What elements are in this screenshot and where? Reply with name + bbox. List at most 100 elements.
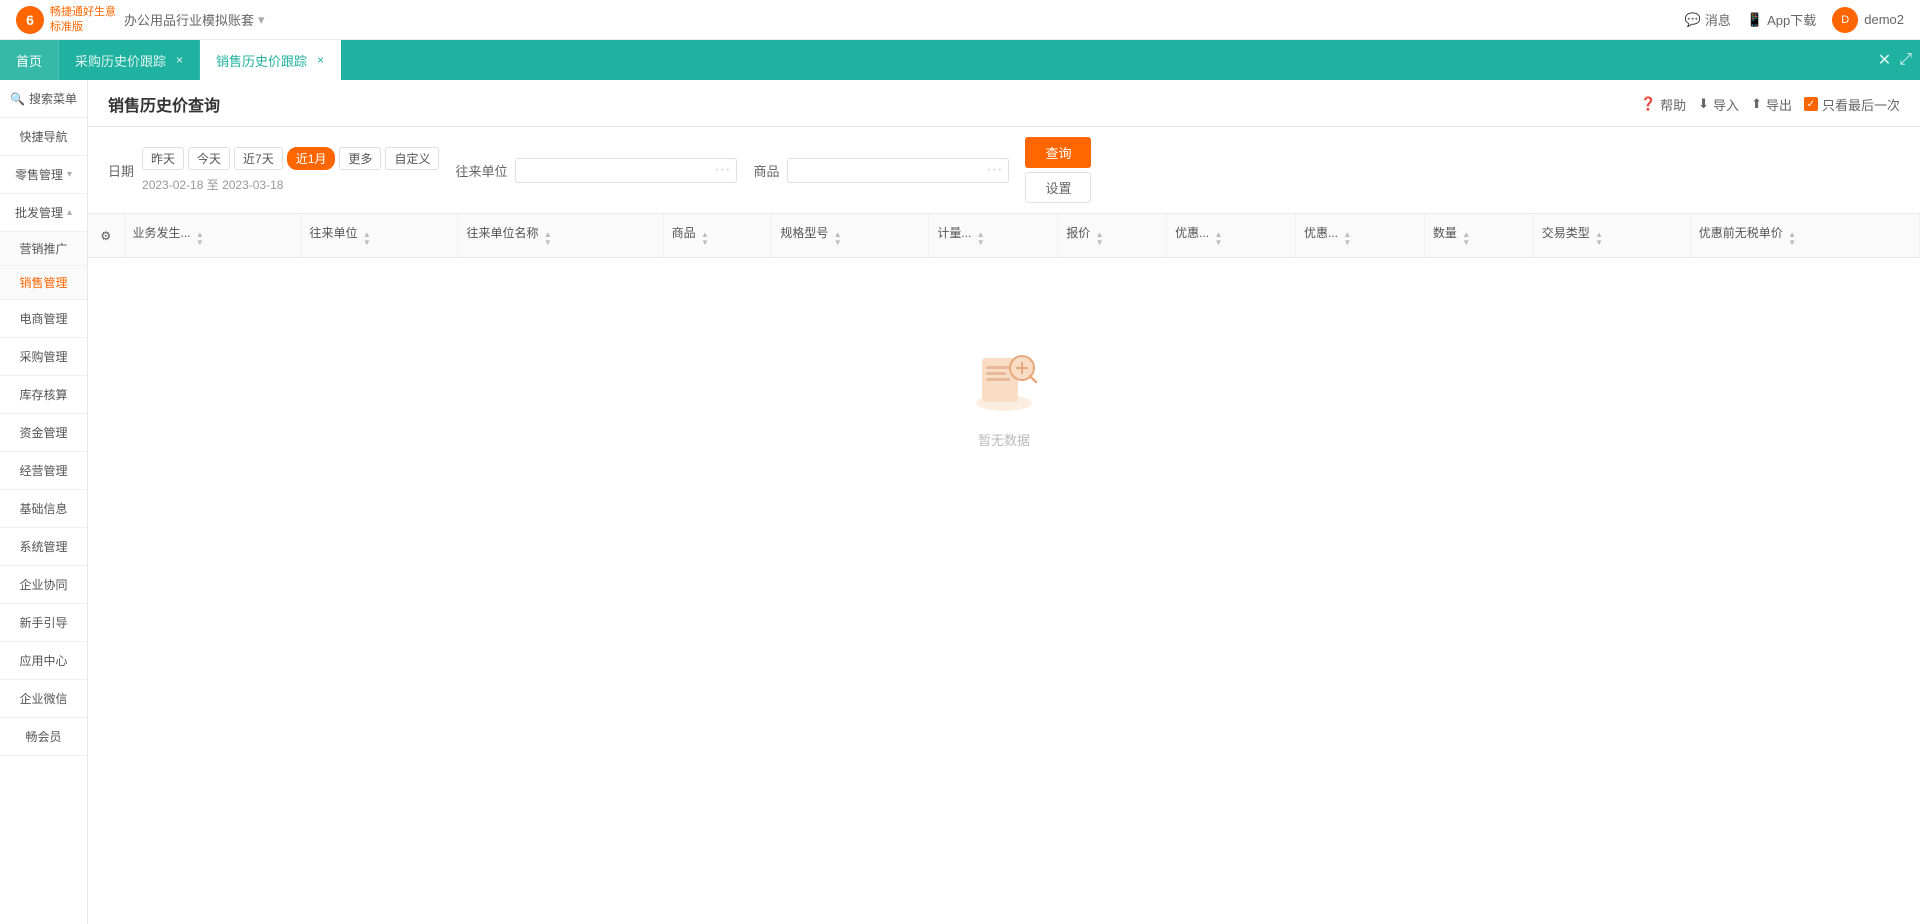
date-buttons: 昨天 今天 近7天 近1月 更多 自定义 <box>142 147 439 170</box>
sidebar-item-search[interactable]: 🔍 搜索菜单 <box>0 80 87 118</box>
help-btn[interactable]: ❓ 帮助 <box>1640 95 1686 114</box>
message-btn[interactable]: 💬 消息 <box>1685 10 1731 29</box>
sidebar-item-ecommerce[interactable]: 电商管理 <box>0 300 87 338</box>
settings-button[interactable]: 设置 <box>1025 172 1091 203</box>
member-label: 畅会员 <box>25 728 61 745</box>
message-label: 消息 <box>1705 10 1731 29</box>
message-icon: 💬 <box>1685 12 1701 28</box>
th-partner-code[interactable]: 往来单位 ▲▼ <box>301 214 458 258</box>
th-settings[interactable]: ⚙ <box>88 214 124 258</box>
th-spec-label: 规格型号 <box>780 226 828 240</box>
sales-tab-close[interactable]: × <box>317 53 324 67</box>
empty-icon <box>964 338 1044 418</box>
th-trade-type-label: 交易类型 <box>1542 226 1590 240</box>
th-biz-date[interactable]: 业务发生... ▲▼ <box>124 214 301 258</box>
th-pretax[interactable]: 优惠前无税单价 ▲▼ <box>1690 214 1919 258</box>
purchase-label: 采购管理 <box>19 348 67 365</box>
import-label: 导入 <box>1713 95 1739 114</box>
date-btn-yesterday[interactable]: 昨天 <box>142 147 184 170</box>
page-title: 销售历史价查询 <box>108 92 220 116</box>
sidebar-item-appstore[interactable]: 应用中心 <box>0 642 87 680</box>
query-button[interactable]: 查询 <box>1025 137 1091 168</box>
tab-expand-btn[interactable]: ⤢ <box>1899 51 1912 69</box>
th-quoted[interactable]: 报价 ▲▼ <box>1058 214 1167 258</box>
tab-close-all-btn[interactable]: ✕ <box>1878 50 1891 70</box>
sidebar-item-wechat[interactable]: 企业微信 <box>0 680 87 718</box>
sidebar-sub-item-marketing[interactable]: 营销推广 <box>0 232 87 266</box>
tab-bar: 首页 采购历史价跟踪 × 销售历史价跟踪 × ✕ ⤢ <box>0 40 1920 80</box>
th-discount1[interactable]: 优惠... ▲▼ <box>1167 214 1296 258</box>
date-btn-custom[interactable]: 自定义 <box>385 147 439 170</box>
sort-arrows-quoted: ▲▼ <box>1096 231 1104 247</box>
purchase-tab-close[interactable]: × <box>176 53 183 67</box>
sort-arrows-pretax: ▲▼ <box>1788 231 1796 247</box>
appstore-label: 应用中心 <box>19 652 67 669</box>
goods-dots-icon[interactable]: ··· <box>980 161 1008 179</box>
tab-home[interactable]: 首页 <box>0 40 59 80</box>
date-btn-more[interactable]: 更多 <box>339 147 381 170</box>
partner-input[interactable] <box>516 159 708 182</box>
app-download-btn[interactable]: 📱 App下载 <box>1747 10 1816 29</box>
gear-icon[interactable]: ⚙ <box>100 229 111 243</box>
content-area: 销售历史价查询 ❓ 帮助 ⬇ 导入 ⬆ 导出 ✓ <box>88 80 1920 924</box>
export-btn[interactable]: ⬆ 导出 <box>1751 95 1792 114</box>
top-bar-left: 6 畅捷通好生意 标准版 办公用品行业模拟账套 ▾ <box>16 5 265 34</box>
finance-label: 资金管理 <box>19 424 67 441</box>
top-bar: 6 畅捷通好生意 标准版 办公用品行业模拟账套 ▾ 💬 消息 📱 App下载 D… <box>0 0 1920 40</box>
sidebar-item-purchase[interactable]: 采购管理 <box>0 338 87 376</box>
partner-dots-icon[interactable]: ··· <box>708 161 736 179</box>
sidebar-item-basic[interactable]: 基础信息 <box>0 490 87 528</box>
th-spec[interactable]: 规格型号 ▲▼ <box>772 214 929 258</box>
marketing-label: 营销推广 <box>19 242 67 256</box>
date-btn-7days[interactable]: 近7天 <box>234 147 283 170</box>
th-goods[interactable]: 商品 ▲▼ <box>663 214 772 258</box>
logo-subtitle: 标准版 <box>50 20 116 34</box>
export-label: 导出 <box>1766 95 1792 114</box>
date-btn-1month[interactable]: 近1月 <box>287 147 336 170</box>
goods-input[interactable] <box>788 159 980 182</box>
last-only-checkbox[interactable]: ✓ <box>1804 97 1818 111</box>
sort-arrows-goods: ▲▼ <box>701 231 709 247</box>
main-layout: 🔍 搜索菜单 快捷导航 零售管理 ▾ 批发管理 ▴ 营销推广 销售管理 电商管理… <box>0 80 1920 924</box>
sort-arrows-partner-name: ▲▼ <box>544 231 552 247</box>
partner-label: 往来单位 <box>455 161 507 180</box>
sidebar-item-shortcut[interactable]: 快捷导航 <box>0 118 87 156</box>
page-header: 销售历史价查询 ❓ 帮助 ⬇ 导入 ⬆ 导出 ✓ <box>88 80 1920 127</box>
wholesale-label: 批发管理 <box>15 204 63 221</box>
tab-sales[interactable]: 销售历史价跟踪 × <box>200 40 341 80</box>
tab-purchase[interactable]: 采购历史价跟踪 × <box>59 40 200 80</box>
sidebar-item-operation[interactable]: 经营管理 <box>0 452 87 490</box>
app-title[interactable]: 办公用品行业模拟账套 ▾ <box>124 10 265 29</box>
import-btn[interactable]: ⬇ 导入 <box>1698 95 1739 114</box>
th-discount2[interactable]: 优惠... ▲▼ <box>1296 214 1425 258</box>
sidebar-item-inventory[interactable]: 库存核算 <box>0 376 87 414</box>
app-download-label: App下载 <box>1767 10 1816 29</box>
sidebar-item-wholesale[interactable]: 批发管理 ▴ <box>0 194 87 232</box>
goods-filter-group: 商品 ··· <box>753 158 1009 183</box>
sidebar-item-newbie[interactable]: 新手引导 <box>0 604 87 642</box>
sales-mgmt-label: 销售管理 <box>19 276 67 290</box>
sort-arrows-biz: ▲▼ <box>196 231 204 247</box>
sidebar-item-enterprise[interactable]: 企业协同 <box>0 566 87 604</box>
partner-filter-group: 往来单位 ··· <box>455 158 737 183</box>
retail-arrow-icon: ▾ <box>67 169 72 180</box>
sidebar-item-finance[interactable]: 资金管理 <box>0 414 87 452</box>
last-only-wrap[interactable]: ✓ 只看最后一次 <box>1804 95 1900 114</box>
sidebar-item-member[interactable]: 畅会员 <box>0 718 87 756</box>
date-btn-today[interactable]: 今天 <box>188 147 230 170</box>
user-area[interactable]: D demo2 <box>1832 7 1904 33</box>
search-label: 搜索菜单 <box>29 90 77 107</box>
sidebar-item-retail[interactable]: 零售管理 ▾ <box>0 156 87 194</box>
th-qty[interactable]: 数量 ▲▼ <box>1424 214 1533 258</box>
inventory-label: 库存核算 <box>19 386 67 403</box>
sort-arrows-qty: ▲▼ <box>1462 231 1470 247</box>
sidebar-item-system[interactable]: 系统管理 <box>0 528 87 566</box>
th-partner-name[interactable]: 往来单位名称 ▲▼ <box>458 214 663 258</box>
dropdown-icon[interactable]: ▾ <box>258 12 265 28</box>
sidebar-sub-item-sales[interactable]: 销售管理 <box>0 266 87 300</box>
app-title-text: 办公用品行业模拟账套 <box>124 10 254 29</box>
home-tab-label: 首页 <box>16 51 42 70</box>
th-unit[interactable]: 计量... ▲▼ <box>929 214 1058 258</box>
partner-input-wrap: ··· <box>515 158 737 183</box>
th-trade-type[interactable]: 交易类型 ▲▼ <box>1533 214 1690 258</box>
